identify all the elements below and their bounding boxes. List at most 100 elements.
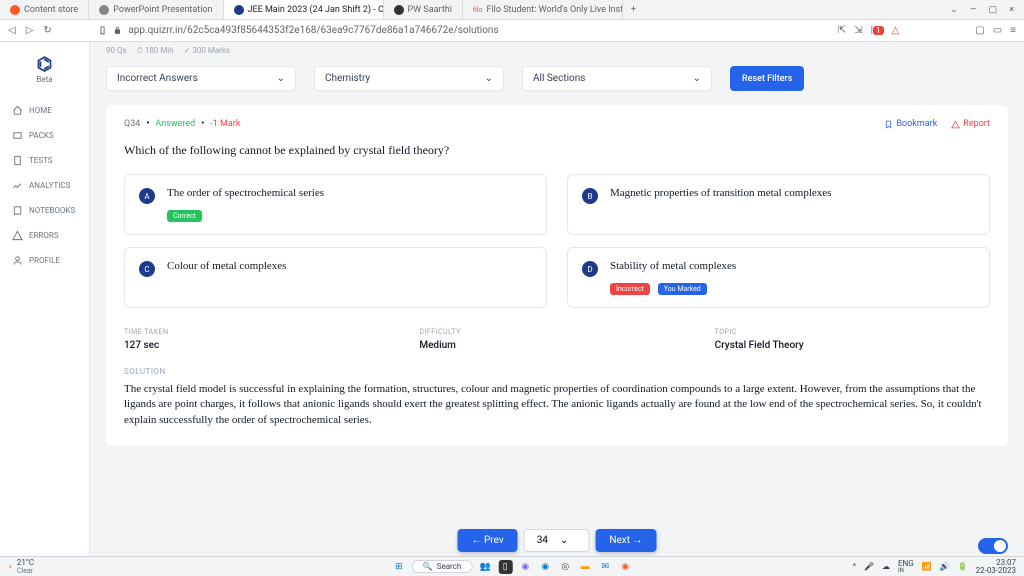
edge-icon[interactable]: ◉ bbox=[538, 560, 552, 574]
question-card: Q34 • Answered • -1 Mark Bookmark Report… bbox=[106, 105, 1008, 446]
sidebar-item-home[interactable]: HOME bbox=[0, 98, 89, 123]
option-a[interactable]: A The order of spectrochemical series Co… bbox=[124, 174, 547, 235]
option-d[interactable]: D Stability of metal complexes Incorrect… bbox=[567, 247, 990, 308]
weather-widget[interactable]: ◗ 21°C Clear bbox=[8, 558, 34, 575]
wallet-icon[interactable]: ▭ bbox=[993, 25, 1002, 36]
share-icon[interactable]: ⇲ bbox=[854, 25, 862, 36]
toggle-switch[interactable] bbox=[978, 538, 1008, 554]
notebooks-icon bbox=[12, 205, 23, 216]
solution-label: SOLUTION bbox=[124, 367, 990, 376]
address-bar: ◁ ▷ ↻ ▯ app.quizrr.in/62c5ca493f85644353… bbox=[0, 20, 1024, 42]
lock-icon bbox=[113, 26, 122, 35]
back-button[interactable]: ◁ bbox=[8, 25, 16, 36]
chevron-down-icon: ⌄ bbox=[277, 73, 285, 84]
minimize-icon[interactable]: — bbox=[970, 5, 977, 15]
filters-row: Incorrect Answers⌄ Chemistry⌄ All Sectio… bbox=[106, 66, 1008, 91]
sidebar-item-tests[interactable]: TESTS bbox=[0, 148, 89, 173]
answer-filter-select[interactable]: Incorrect Answers⌄ bbox=[106, 66, 296, 91]
home-icon bbox=[12, 105, 23, 116]
battery-icon[interactable]: 🔋 bbox=[958, 562, 968, 571]
page-number-select[interactable]: 34⌄ bbox=[524, 529, 590, 552]
close-window-icon[interactable]: × bbox=[1009, 5, 1014, 15]
tab-favicon bbox=[10, 5, 20, 15]
search-icon: 🔍 bbox=[423, 562, 433, 571]
errors-icon bbox=[12, 230, 23, 241]
analytics-icon bbox=[12, 180, 23, 191]
sidebar-item-notebooks[interactable]: NOTEBOOKS bbox=[0, 198, 89, 223]
incorrect-tag: Incorrect bbox=[610, 283, 650, 295]
extension-badge[interactable]: |1 bbox=[871, 25, 884, 36]
start-button[interactable]: ⊞ bbox=[392, 560, 406, 574]
clock[interactable]: 23:0722-03-2023 bbox=[976, 559, 1016, 575]
sidebar-item-profile[interactable]: PROFILE bbox=[0, 248, 89, 273]
prev-button[interactable]: ← Prev bbox=[458, 529, 518, 552]
option-c[interactable]: C Colour of metal complexes bbox=[124, 247, 547, 308]
section-filter-select[interactable]: All Sections⌄ bbox=[522, 66, 712, 91]
mic-icon[interactable]: 🎤 bbox=[864, 562, 874, 571]
subject-filter-select[interactable]: Chemistry⌄ bbox=[314, 66, 504, 91]
browser-tab-active[interactable]: JEE Main 2023 (24 Jan Shift 2) - C× bbox=[224, 0, 384, 19]
app-icon[interactable]: ✉ bbox=[598, 560, 612, 574]
shield-icon[interactable]: △ bbox=[892, 25, 900, 36]
browser-tabs: Content store PowerPoint Presentation JE… bbox=[0, 0, 1024, 20]
sidebar-item-errors[interactable]: ERRORS bbox=[0, 223, 89, 248]
explorer-icon[interactable]: ▬ bbox=[578, 560, 592, 574]
tab-favicon bbox=[394, 5, 404, 15]
topic: TOPIC Crystal Field Theory bbox=[715, 328, 990, 351]
bookmark-icon bbox=[884, 120, 893, 129]
app-icon[interactable]: ▯ bbox=[498, 560, 512, 574]
brand-logo[interactable]: ⌬ bbox=[37, 54, 53, 75]
solution-text: The crystal field model is successful in… bbox=[124, 382, 990, 428]
language-indicator[interactable]: ENGIN bbox=[898, 560, 914, 574]
forward-button[interactable]: ▷ bbox=[26, 25, 34, 36]
profile-icon bbox=[12, 255, 23, 266]
difficulty: DIFFICULTY Medium bbox=[419, 328, 694, 351]
brave-icon[interactable]: ◉ bbox=[618, 560, 632, 574]
browser-tab[interactable]: PW Saarthi bbox=[384, 0, 463, 19]
tray-chevron[interactable]: ^ bbox=[853, 562, 856, 571]
next-button[interactable]: Next → bbox=[595, 529, 656, 552]
bookmark-button[interactable]: Bookmark bbox=[884, 119, 937, 129]
answered-badge: Answered bbox=[155, 119, 195, 129]
sidebar-item-analytics[interactable]: ANALYTICS bbox=[0, 173, 89, 198]
reload-button[interactable]: ↻ bbox=[43, 25, 51, 36]
beta-label: Beta bbox=[36, 75, 52, 84]
browser-tab[interactable]: filoFilo Student: World's Only Live Inst… bbox=[463, 0, 623, 19]
open-external-icon[interactable]: ⇱ bbox=[838, 25, 846, 36]
chevron-down-icon[interactable]: ⌄ bbox=[950, 5, 958, 15]
app-icon[interactable]: 👥 bbox=[478, 560, 492, 574]
correct-tag: Correct bbox=[167, 210, 202, 222]
menu-icon[interactable]: ≡ bbox=[1010, 25, 1016, 36]
tests-icon bbox=[12, 155, 23, 166]
sidebar-item-packs[interactable]: PACKS bbox=[0, 123, 89, 148]
you-marked-tag: You Marked bbox=[658, 283, 707, 295]
report-button[interactable]: Report bbox=[951, 119, 990, 129]
warning-icon bbox=[951, 120, 960, 129]
wifi-icon[interactable]: 📶 bbox=[922, 562, 932, 571]
option-letter: A bbox=[139, 188, 155, 204]
onedrive-icon[interactable]: ☁ bbox=[882, 562, 890, 571]
option-letter: D bbox=[582, 261, 598, 277]
new-tab-button[interactable]: + bbox=[623, 5, 644, 15]
reset-filters-button[interactable]: Reset Filters bbox=[730, 66, 804, 91]
chevron-down-icon: ⌄ bbox=[560, 535, 568, 546]
bookmark-icon[interactable]: ▯ bbox=[100, 25, 106, 36]
app-icon[interactable]: ◎ bbox=[558, 560, 572, 574]
browser-tab[interactable]: PowerPoint Presentation bbox=[89, 0, 223, 19]
app-icon[interactable]: ◉ bbox=[518, 560, 532, 574]
taskbar: ◗ 21°C Clear ⊞ 🔍Search 👥 ▯ ◉ ◉ ◎ ▬ ✉ ◉ ^… bbox=[0, 556, 1024, 576]
question-number: Q34 bbox=[124, 119, 140, 129]
tab-favicon: filo bbox=[473, 6, 483, 14]
main-content: 90 Qs ⏱ 180 Min ✓ 300 Marks Incorrect An… bbox=[90, 42, 1024, 556]
browser-tab[interactable]: Content store bbox=[0, 0, 89, 19]
test-summary: 90 Qs ⏱ 180 Min ✓ 300 Marks bbox=[106, 42, 1008, 66]
option-b[interactable]: B Magnetic properties of transition meta… bbox=[567, 174, 990, 235]
tab-overview-icon[interactable]: ▢ bbox=[975, 25, 984, 36]
pager: ← Prev 34⌄ Next → bbox=[458, 529, 657, 552]
question-text: Which of the following cannot be explain… bbox=[124, 143, 990, 158]
maximize-icon[interactable]: ▢ bbox=[989, 5, 998, 15]
toggle-knob bbox=[994, 540, 1006, 552]
volume-icon[interactable]: 🔊 bbox=[940, 562, 950, 571]
taskbar-search[interactable]: 🔍Search bbox=[412, 560, 473, 573]
url-input[interactable]: app.quizrr.in/62c5ca493f85644353f2e168/6… bbox=[113, 25, 830, 36]
